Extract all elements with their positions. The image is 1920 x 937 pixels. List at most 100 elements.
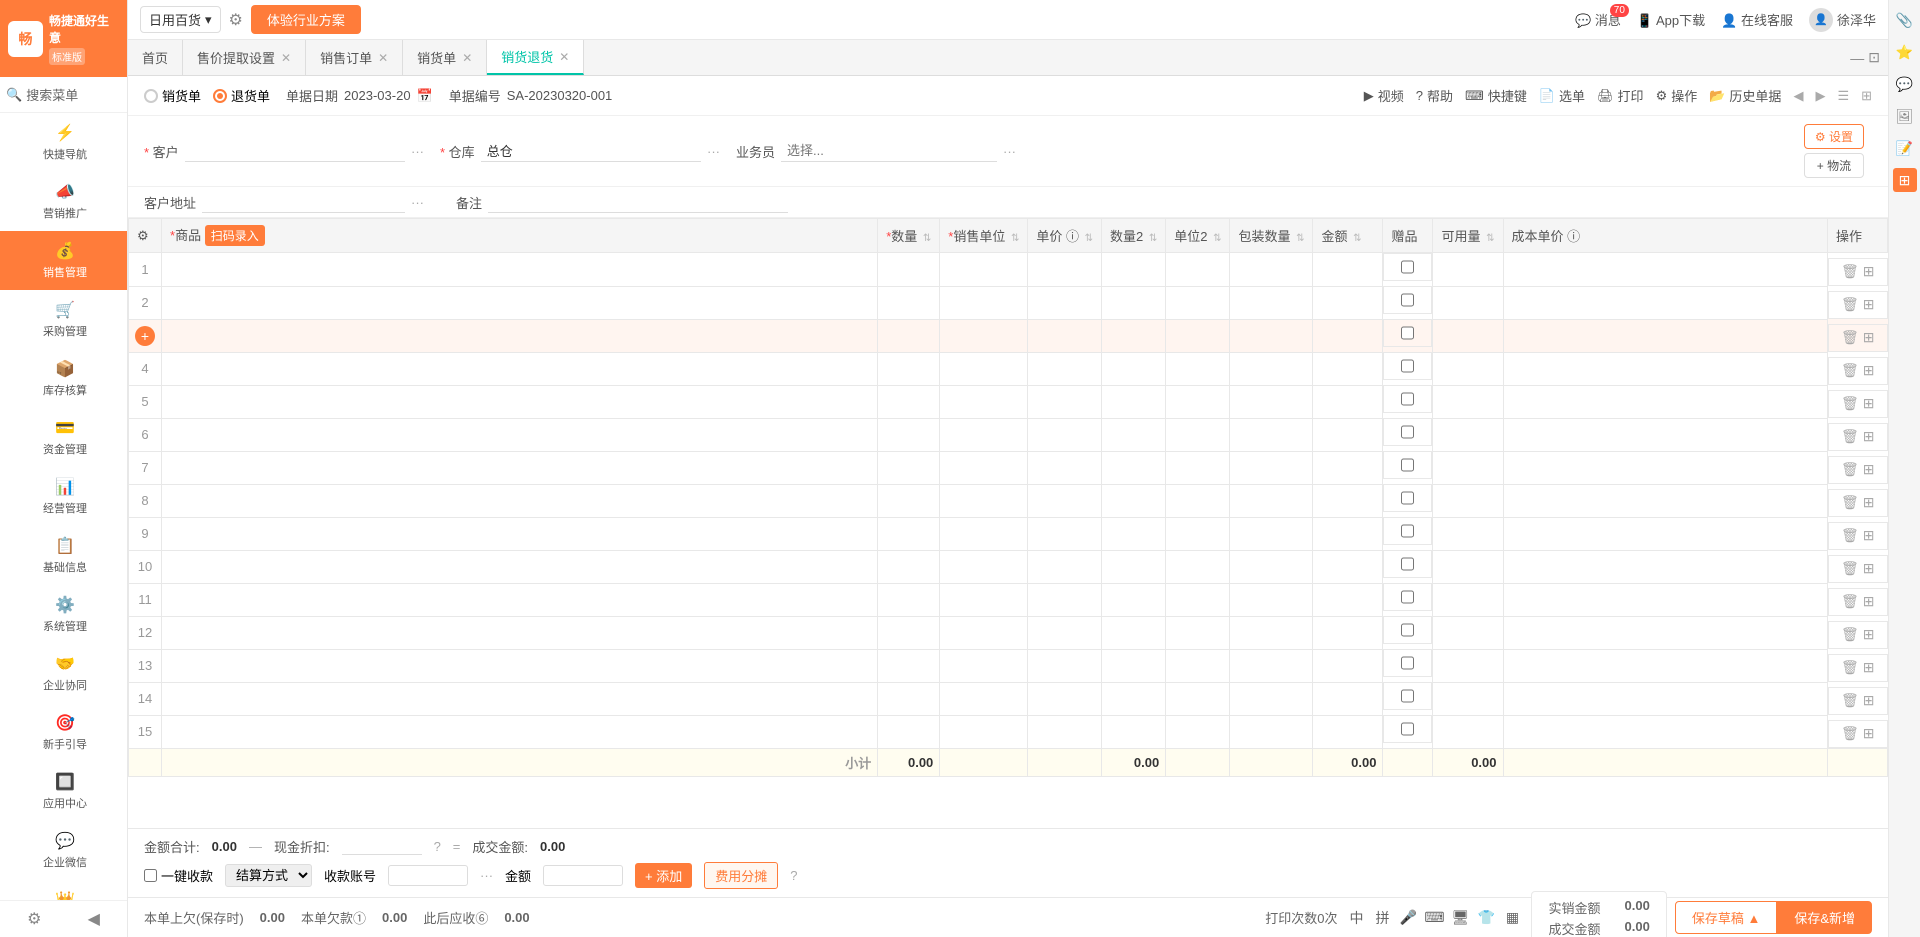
cell-unit2-5[interactable] — [1166, 385, 1230, 418]
sidebar-item-apps[interactable]: 🔲 应用中心 — [0, 762, 127, 821]
cell-unit-14[interactable] — [940, 682, 1028, 715]
cell-gift-7[interactable] — [1383, 451, 1432, 479]
screen-icon[interactable]: 🖥 — [1449, 907, 1471, 929]
sidebar-item-system[interactable]: ⚙️ 系统管理 — [0, 585, 127, 644]
settings-side-btn[interactable]: ⚙ 设置 — [1804, 124, 1864, 149]
cell-amount-5[interactable] — [1313, 385, 1383, 418]
action-help[interactable]: ? 帮助 — [1416, 86, 1453, 105]
cell-price-5[interactable] — [1028, 385, 1102, 418]
cell-qty2-9[interactable] — [1102, 517, 1166, 550]
cell-available-4[interactable] — [1433, 352, 1503, 385]
right-sidebar-chat-icon[interactable]: 💬 — [1893, 72, 1917, 96]
delete-icon-14[interactable]: 🗑 — [1841, 692, 1859, 710]
cell-product-6[interactable] — [162, 418, 878, 451]
cell-price-14[interactable] — [1028, 682, 1102, 715]
delete-icon-7[interactable]: 🗑 — [1841, 461, 1859, 479]
note-input[interactable] — [488, 191, 788, 213]
th-settings[interactable]: ⚙ — [129, 219, 162, 253]
cell-packqty-10[interactable] — [1230, 550, 1313, 583]
sidebar-item-member[interactable]: 👑 畅会员 — [0, 880, 127, 900]
cell-amount-11[interactable] — [1313, 583, 1383, 616]
cell-gift-4[interactable] — [1383, 352, 1432, 380]
delete-icon-12[interactable]: 🗑 — [1841, 626, 1859, 644]
input-product-5[interactable] — [168, 394, 871, 409]
cell-qty-3[interactable] — [878, 319, 940, 352]
action-history[interactable]: 📂 历史单据 — [1709, 86, 1781, 105]
gift-checkbox-14[interactable] — [1401, 687, 1414, 705]
copy-icon-8[interactable]: ⊞ — [1863, 494, 1875, 512]
cell-costprice-2[interactable] — [1503, 286, 1828, 319]
cell-gift-5[interactable] — [1383, 385, 1432, 413]
cell-product-11[interactable] — [162, 583, 878, 616]
cell-qty2-15[interactable] — [1102, 715, 1166, 749]
cell-gift-11[interactable] — [1383, 583, 1432, 611]
gift-checkbox-7[interactable] — [1401, 456, 1414, 474]
save-new-btn[interactable]: 保存&新增 — [1777, 901, 1872, 934]
gift-checkbox-5[interactable] — [1401, 390, 1414, 408]
cell-gift-15[interactable] — [1383, 715, 1432, 743]
cell-qty-2[interactable] — [878, 286, 940, 319]
cell-unit-9[interactable] — [940, 517, 1028, 550]
tab-sales-return[interactable]: 销货退货 ✕ — [487, 40, 584, 75]
cell-qty2-14[interactable] — [1102, 682, 1166, 715]
split-btn[interactable]: 费用分摊 — [704, 862, 778, 889]
cell-unit-6[interactable] — [940, 418, 1028, 451]
cell-price-6[interactable] — [1028, 418, 1102, 451]
cell-price-8[interactable] — [1028, 484, 1102, 517]
cell-available-11[interactable] — [1433, 583, 1503, 616]
cell-product-5[interactable] — [162, 385, 878, 418]
delete-icon-8[interactable]: 🗑 — [1841, 494, 1859, 512]
copy-icon-14[interactable]: ⊞ — [1863, 692, 1875, 710]
right-sidebar-attach-icon[interactable]: 📎 — [1893, 8, 1917, 32]
dots-btn[interactable]: ··· — [480, 868, 493, 883]
cell-price-12[interactable] — [1028, 616, 1102, 649]
cell-costprice-3[interactable] — [1503, 319, 1828, 352]
cell-qty2-10[interactable] — [1102, 550, 1166, 583]
cell-amount-6[interactable] — [1313, 418, 1383, 451]
cell-costprice-9[interactable] — [1503, 517, 1828, 550]
amount-input[interactable] — [543, 865, 623, 886]
industry-select[interactable]: 日用百货 ▾ — [140, 6, 221, 33]
cell-costprice-6[interactable] — [1503, 418, 1828, 451]
cell-price-11[interactable] — [1028, 583, 1102, 616]
cell-price-10[interactable] — [1028, 550, 1102, 583]
user-menu[interactable]: 👤 徐泽华 — [1809, 8, 1876, 32]
topbar-gear-icon[interactable]: ⚙ — [229, 10, 243, 30]
action-operate[interactable]: ⚙ 操作 — [1656, 86, 1698, 105]
cell-unit-12[interactable] — [940, 616, 1028, 649]
cell-gift-3[interactable] — [1383, 319, 1432, 347]
cell-price-15[interactable] — [1028, 715, 1102, 749]
cell-amount-8[interactable] — [1313, 484, 1383, 517]
gift-checkbox-1[interactable] — [1401, 258, 1414, 276]
cell-packqty-3[interactable] — [1230, 319, 1313, 352]
cell-price-4[interactable] — [1028, 352, 1102, 385]
sidebar-item-shortcut[interactable]: ⚡ 快捷导航 — [0, 113, 127, 172]
scan-btn[interactable]: 扫码录入 — [205, 225, 265, 246]
gift-checkbox-11[interactable] — [1401, 588, 1414, 606]
cell-amount-7[interactable] — [1313, 451, 1383, 484]
sidebar-item-sales[interactable]: 💰 销售管理 — [0, 231, 127, 290]
cell-packqty-6[interactable] — [1230, 418, 1313, 451]
cell-unit2-14[interactable] — [1166, 682, 1230, 715]
online-service-btn[interactable]: 👤 在线客服 — [1721, 10, 1793, 29]
input-product-6[interactable] — [168, 427, 871, 442]
cell-product-12[interactable] — [162, 616, 878, 649]
cell-packqty-7[interactable] — [1230, 451, 1313, 484]
cell-unit2-12[interactable] — [1166, 616, 1230, 649]
cell-available-7[interactable] — [1433, 451, 1503, 484]
cell-amount-12[interactable] — [1313, 616, 1383, 649]
staff-input[interactable] — [781, 140, 997, 162]
cell-qty-13[interactable] — [878, 649, 940, 682]
input-product-11[interactable] — [168, 592, 871, 607]
cell-packqty-1[interactable] — [1230, 253, 1313, 287]
cell-available-9[interactable] — [1433, 517, 1503, 550]
barcode-icon[interactable]: ▦ — [1501, 907, 1523, 929]
sidebar-item-enterprise[interactable]: 🤝 企业协同 — [0, 644, 127, 703]
app-download-btn[interactable]: 📱 App下载 — [1637, 10, 1705, 29]
cell-qty2-8[interactable] — [1102, 484, 1166, 517]
delete-icon-11[interactable]: 🗑 — [1841, 593, 1859, 611]
tab-delivery-close[interactable]: ✕ — [462, 51, 472, 65]
cell-qty2-5[interactable] — [1102, 385, 1166, 418]
cell-available-5[interactable] — [1433, 385, 1503, 418]
action-video[interactable]: ▶ 视频 — [1364, 86, 1404, 105]
